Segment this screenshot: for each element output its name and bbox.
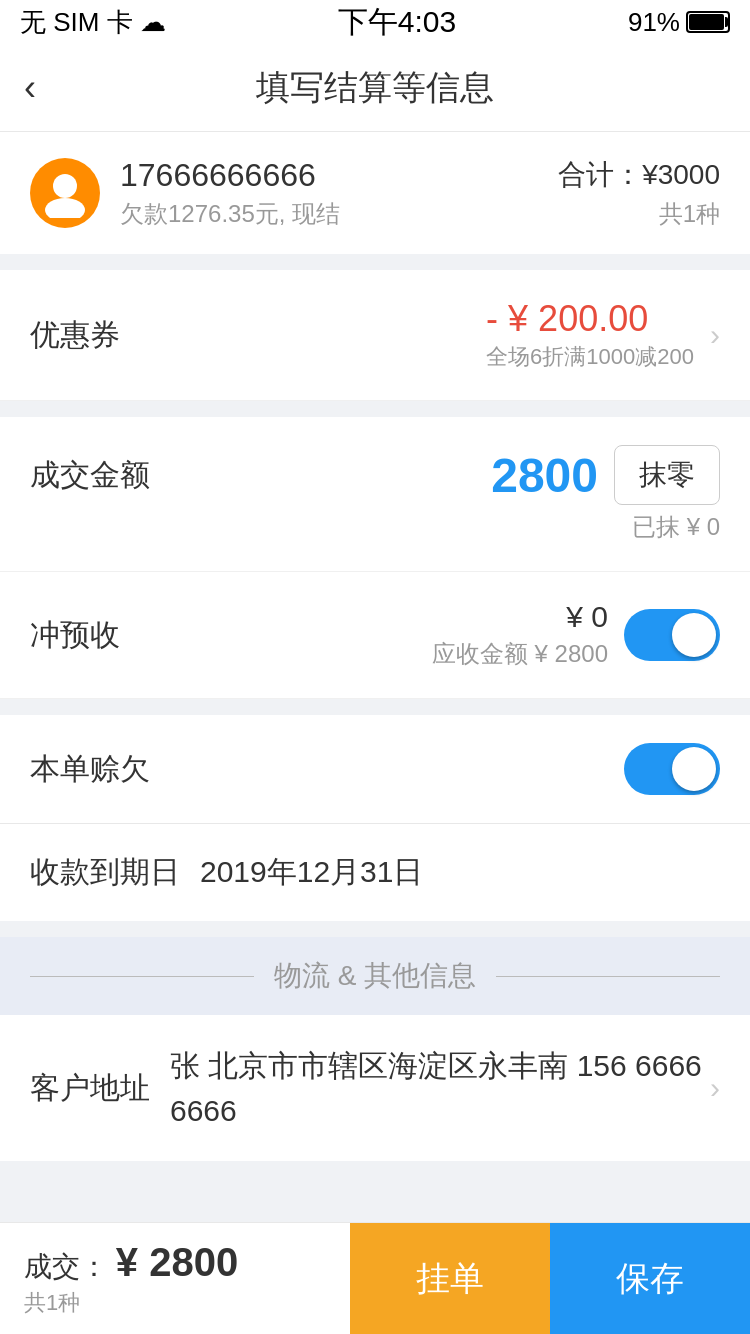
divider-2 [0,699,750,715]
logistics-line-right [496,976,720,977]
logistics-label: 物流 & 其他信息 [274,957,476,995]
prepay-label: 冲预收 [30,615,120,656]
deal-amount-section: 成交金额 2800 抹零 已抹 ¥ 0 [0,417,750,572]
svg-point-1 [45,198,85,218]
status-left: 无 SIM 卡 ☁ [20,5,166,40]
total-count: 共1种 [558,198,720,230]
address-label: 客户地址 [30,1068,150,1109]
bad-debt-toggle[interactable] [624,743,720,795]
main-content: 17666666666 欠款1276.35元, 现结 合计：¥3000 共1种 … [0,132,750,1334]
prepay-amount: ¥ 0 [432,600,608,634]
address-section[interactable]: 客户地址 张 北京市市辖区海淀区永丰南 156 6666 6666 › [0,1015,750,1161]
bottom-summary: 成交： ¥ 2800 共1种 [0,1240,350,1318]
chevron-right-icon: › [710,318,720,352]
erase-button[interactable]: 抹零 [614,445,720,505]
hold-button[interactable]: 挂单 [350,1223,550,1335]
logistics-line-left [30,976,254,977]
coupon-row[interactable]: 优惠券 - ¥ 200.00 全场6折满1000减200 › [0,270,750,401]
divider-4 [0,921,750,937]
nav-bar: ‹ 填写结算等信息 [0,44,750,132]
logistics-header: 物流 & 其他信息 [0,937,750,1015]
amount-right: 2800 抹零 [491,445,720,505]
coupon-desc: 全场6折满1000减200 [486,342,694,372]
coupon-label: 优惠券 [30,315,120,356]
back-button[interactable]: ‹ [24,67,36,109]
due-date-section: 收款到期日 2019年12月31日 [0,824,750,921]
battery-icon [686,11,730,33]
address-value: 张 北京市市辖区海淀区永丰南 156 6666 6666 [170,1043,710,1133]
customer-card: 17666666666 欠款1276.35元, 现结 合计：¥3000 共1种 [0,132,750,254]
total-amount: 合计：¥3000 [558,156,720,194]
user-icon [40,168,90,218]
prepay-section: 冲预收 ¥ 0 应收金额 ¥ 2800 [0,572,750,699]
save-button[interactable]: 保存 [550,1223,750,1335]
customer-left: 17666666666 欠款1276.35元, 现结 [30,157,340,230]
amount-value: 2800 [491,448,598,503]
amount-label: 成交金额 [30,455,150,496]
prepay-values: ¥ 0 应收金额 ¥ 2800 [432,600,608,670]
amount-sub: 已抹 ¥ 0 [30,511,720,543]
svg-point-0 [53,174,77,198]
divider-1 [0,401,750,417]
coupon-value: - ¥ 200.00 [486,298,694,340]
deal-prefix: 成交： [24,1251,108,1282]
coupon-value-container: - ¥ 200.00 全场6折满1000减200 [486,298,694,372]
avatar [30,158,100,228]
prepay-right: ¥ 0 应收金额 ¥ 2800 [432,600,720,670]
prepay-toggle[interactable] [624,609,720,661]
page-title: 填写结算等信息 [256,65,494,111]
customer-phone: 17666666666 [120,157,340,194]
due-date-value: 2019年12月31日 [200,852,423,893]
bottom-bar: 成交： ¥ 2800 共1种 挂单 保存 [0,1222,750,1334]
status-right: 91% [628,7,730,38]
status-bar: 无 SIM 卡 ☁ 下午4:03 91% [0,0,750,44]
coupon-right: - ¥ 200.00 全场6折满1000减200 › [486,298,720,372]
battery-percent: 91% [628,7,680,38]
status-time: 下午4:03 [338,2,456,43]
bad-debt-label: 本单赊欠 [30,749,150,790]
prepay-row: 冲预收 ¥ 0 应收金额 ¥ 2800 [30,600,720,670]
prepay-sub: 应收金额 ¥ 2800 [432,638,608,670]
due-date-label: 收款到期日 [30,852,180,893]
amount-row: 成交金额 2800 抹零 [30,445,720,505]
customer-right: 合计：¥3000 共1种 [558,156,720,230]
address-chevron-icon: › [710,1071,720,1105]
sim-text: 无 SIM 卡 ☁ [20,5,166,40]
bottom-amount: ¥ 2800 [116,1240,238,1284]
customer-info: 17666666666 欠款1276.35元, 现结 [120,157,340,230]
bottom-deal-label: 成交： ¥ 2800 [24,1240,326,1286]
bottom-count: 共1种 [24,1288,326,1318]
bad-debt-section: 本单赊欠 [0,715,750,823]
customer-debt: 欠款1276.35元, 现结 [120,198,340,230]
